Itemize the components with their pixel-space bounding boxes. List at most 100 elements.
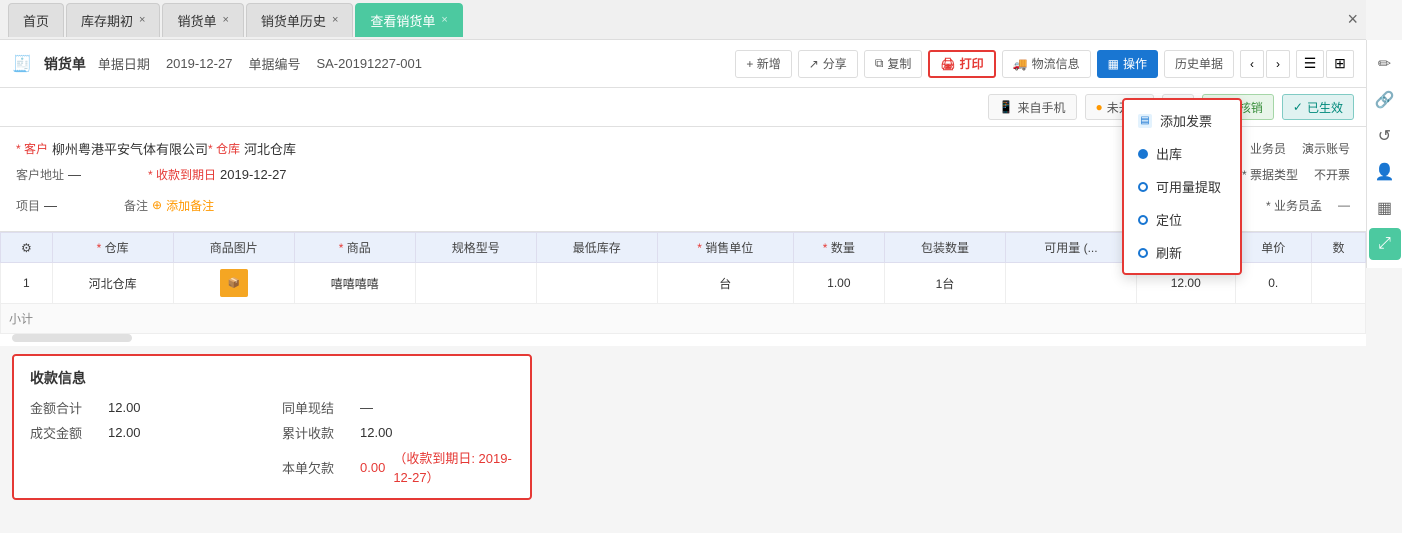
logistics-icon: 🚚 <box>1013 57 1028 71</box>
tab-inventory-init[interactable]: 库存期初 × <box>66 3 160 37</box>
balance-due-row: 本单欠款 0.00 （收款到期日: 2019-12-27） <box>282 448 514 486</box>
right-sidebar: ✏ 🔗 ↺ 👤 ▦ ⤢ <box>1366 40 1402 268</box>
tab-view-sales[interactable]: 查看销货单 × <box>355 3 462 37</box>
col-min-stock: 最低库存 <box>536 233 657 263</box>
customer-value: 柳州粤港平安气体有限公司 <box>52 139 208 158</box>
from-phone-btn[interactable]: 📱 来自手机 <box>988 94 1077 120</box>
tab-sales-order-close[interactable]: × <box>222 14 228 26</box>
header-actions: + 新增 ↗ 分享 ⧉ 复制 🖨 打印 🚚 物流信息 ▦ 操作 历 <box>735 50 1354 78</box>
row-pack-qty: 1台 <box>884 263 1005 304</box>
project-field: 项目 — <box>16 197 124 214</box>
available-qty-icon <box>1138 182 1148 192</box>
col-pack-qty: 包装数量 <box>884 233 1005 263</box>
row-spec <box>415 263 536 304</box>
tab-sales-history-close[interactable]: × <box>332 14 338 26</box>
subtotal-row: 小计 <box>1 304 1366 334</box>
plus-icon: ⊕ <box>152 198 162 212</box>
deal-amount-label: 成交金额 <box>30 423 100 442</box>
payment-total-value: 12.00 <box>108 400 141 415</box>
locate-label: 定位 <box>1156 210 1182 229</box>
operations-dropdown: ▤ 添加发票 出库 可用量提取 定位 刷新 <box>1122 98 1242 275</box>
effective-icon: ✓ <box>1293 100 1303 114</box>
nav-arrows: ‹ › <box>1240 50 1290 78</box>
doc-title: 销货单 <box>44 54 86 74</box>
sidebar-expand-icon[interactable]: ⤢ <box>1369 228 1401 260</box>
sidebar-grid-icon[interactable]: ▦ <box>1369 192 1401 224</box>
payment-title: 收款信息 <box>30 368 514 388</box>
prev-arrow[interactable]: ‹ <box>1240 50 1264 78</box>
operate-button[interactable]: ▦ 操作 <box>1097 50 1158 78</box>
list-view-btn[interactable]: ☰ <box>1296 50 1324 78</box>
print-button[interactable]: 🖨 打印 <box>928 50 995 78</box>
col-gear: ⚙ <box>1 233 53 263</box>
payment-section: 收款信息 金额合计 12.00 同单现结 — 成交金额 12.00 累计收款 1… <box>12 354 532 500</box>
tab-view-sales-label: 查看销货单 <box>370 11 435 30</box>
add-invoice-item[interactable]: ▤ 添加发票 <box>1124 104 1240 137</box>
col-unit: 销售单位 <box>657 233 793 263</box>
doc-icon: 🧾 <box>12 54 32 74</box>
row-index: 1 <box>1 263 53 304</box>
row-price: 0. <box>1235 263 1311 304</box>
add-invoice-label: 添加发票 <box>1160 111 1212 130</box>
same-order-settlement-row: 同单现结 — <box>282 398 514 417</box>
operator-label: * 业务员孟 <box>1266 197 1322 214</box>
sidebar-refresh-icon[interactable]: ↺ <box>1369 120 1401 152</box>
tab-inventory-init-close[interactable]: × <box>139 14 145 26</box>
refresh-icon <box>1138 248 1148 258</box>
sidebar-link-icon[interactable]: 🔗 <box>1369 84 1401 116</box>
operator-value: — <box>1338 198 1350 212</box>
row-amount <box>1311 263 1365 304</box>
row-min-stock <box>536 263 657 304</box>
new-button[interactable]: + 新增 <box>735 50 791 78</box>
address-value: — <box>68 167 148 182</box>
logistics-button[interactable]: 🚚 物流信息 <box>1002 50 1091 78</box>
refresh-label: 刷新 <box>1156 243 1182 262</box>
tab-sales-order-label: 销货单 <box>177 11 216 30</box>
tab-bar: 首页 库存期初 × 销货单 × 销货单历史 × 查看销货单 × × <box>0 0 1366 40</box>
tab-home[interactable]: 首页 <box>8 3 64 37</box>
payment-date-field: * 收款到期日 2019-12-27 <box>148 166 300 183</box>
grid-view-btn[interactable]: ⊞ <box>1326 50 1354 78</box>
tab-sales-history[interactable]: 销货单历史 × <box>246 3 353 37</box>
balance-label: 本单欠款 <box>282 458 352 477</box>
outbound-item[interactable]: 出库 <box>1124 137 1240 170</box>
project-value: — <box>44 198 124 213</box>
tab-inventory-init-label: 库存期初 <box>81 11 133 30</box>
next-arrow[interactable]: › <box>1266 50 1290 78</box>
sidebar-edit-icon[interactable]: ✏ <box>1369 48 1401 80</box>
copy-button[interactable]: ⧉ 复制 <box>864 50 923 78</box>
refresh-item[interactable]: 刷新 <box>1124 236 1240 269</box>
cumulative-value: 12.00 <box>360 425 393 440</box>
staff-label: 业务员 <box>1250 140 1286 157</box>
deal-amount-value: 12.00 <box>108 425 141 440</box>
col-warehouse: 仓库 <box>52 233 173 263</box>
payment-total-row: 金额合计 12.00 <box>30 398 262 417</box>
row-available <box>1005 263 1136 304</box>
window-close-button[interactable]: × <box>1347 9 1358 30</box>
phone-icon: 📱 <box>999 100 1014 114</box>
tab-sales-history-label: 销货单历史 <box>261 11 326 30</box>
col-amount: 数 <box>1311 233 1365 263</box>
same-order-value: — <box>360 400 373 415</box>
row-unit: 台 <box>657 263 793 304</box>
circle-icon: ● <box>1096 100 1103 114</box>
available-qty-label: 可用量提取 <box>1156 177 1221 196</box>
add-remark-button[interactable]: ⊕ 添加备注 <box>152 191 214 219</box>
available-qty-item[interactable]: 可用量提取 <box>1124 170 1240 203</box>
history-button[interactable]: 历史单据 <box>1164 50 1234 78</box>
tab-sales-order[interactable]: 销货单 × <box>162 3 243 37</box>
sidebar-user-icon[interactable]: 👤 <box>1369 156 1401 188</box>
share-button[interactable]: ↗ 分享 <box>798 50 858 78</box>
customer-field: * 客户 柳州粤港平安气体有限公司 <box>16 139 208 158</box>
effective-btn[interactable]: ✓ 已生效 <box>1282 94 1354 120</box>
col-spec: 规格型号 <box>415 233 536 263</box>
doc-meta: 单据日期 2019-12-27 单据编号 SA-20191227-001 <box>98 54 422 73</box>
invoice-icon: ▤ <box>1138 114 1152 128</box>
print-icon: 🖨 <box>940 57 955 71</box>
tab-view-sales-close[interactable]: × <box>441 14 447 26</box>
product-image: 📦 <box>220 269 248 297</box>
locate-item[interactable]: 定位 <box>1124 203 1240 236</box>
cumulative-payment-row: 累计收款 12.00 <box>282 423 514 442</box>
warehouse-value: 河北仓库 <box>244 139 324 158</box>
same-order-label: 同单现结 <box>282 398 352 417</box>
